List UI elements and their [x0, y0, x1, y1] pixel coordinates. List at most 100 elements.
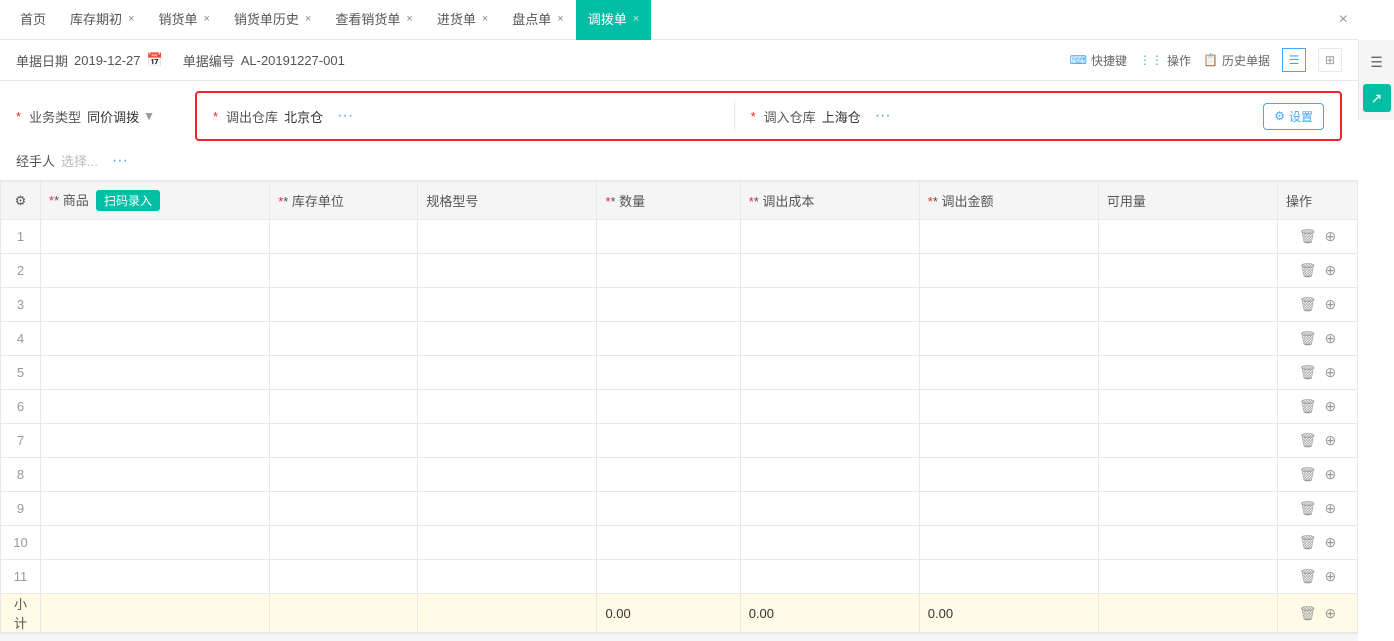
row-spec[interactable]	[418, 254, 597, 288]
row-cost[interactable]	[740, 526, 919, 560]
row-product[interactable]	[41, 424, 270, 458]
row-amount[interactable]	[919, 390, 1098, 424]
operations-button[interactable]: ⋮⋮ 操作	[1139, 52, 1191, 69]
tab-check-sales[interactable]: 查看销货单 ×	[323, 0, 424, 40]
row-amount[interactable]	[919, 322, 1098, 356]
window-close-button[interactable]: ×	[1339, 11, 1348, 29]
tab-inventory-check-close[interactable]: ×	[557, 13, 563, 25]
row-cost[interactable]	[740, 458, 919, 492]
row-qty[interactable]	[597, 458, 740, 492]
copy-row-icon[interactable]: ⊕	[1325, 534, 1337, 551]
row-spec[interactable]	[418, 560, 597, 594]
delete-row-icon[interactable]: 🗑	[1299, 432, 1317, 449]
copy-row-icon[interactable]: ⊕	[1325, 262, 1337, 279]
row-cost[interactable]	[740, 288, 919, 322]
row-qty[interactable]	[597, 288, 740, 322]
tab-transfer-order[interactable]: 调拨单 ×	[576, 0, 651, 40]
row-product[interactable]	[41, 356, 270, 390]
row-spec[interactable]	[418, 424, 597, 458]
row-spec[interactable]	[418, 220, 597, 254]
row-spec[interactable]	[418, 322, 597, 356]
tab-purchase-order-close[interactable]: ×	[482, 13, 488, 25]
calendar-icon[interactable]: 📅	[147, 52, 163, 68]
date-value[interactable]: 2019-12-27	[74, 53, 141, 68]
row-amount[interactable]	[919, 526, 1098, 560]
sidebar-export-icon[interactable]: ↗	[1363, 84, 1391, 112]
row-cost[interactable]	[740, 322, 919, 356]
copy-row-icon[interactable]: ⊕	[1325, 296, 1337, 313]
tab-purchase-order[interactable]: 进货单 ×	[425, 0, 500, 40]
summary-copy-icon[interactable]: ⊕	[1325, 605, 1337, 622]
row-unit[interactable]	[270, 220, 418, 254]
row-product[interactable]	[41, 254, 270, 288]
delete-row-icon[interactable]: 🗑	[1299, 398, 1317, 415]
row-product[interactable]	[41, 220, 270, 254]
horizontal-scrollbar[interactable]	[0, 633, 1358, 641]
row-amount[interactable]	[919, 492, 1098, 526]
row-qty[interactable]	[597, 492, 740, 526]
delete-row-icon[interactable]: 🗑	[1299, 364, 1317, 381]
row-qty[interactable]	[597, 322, 740, 356]
copy-row-icon[interactable]: ⊕	[1325, 466, 1337, 483]
row-amount[interactable]	[919, 424, 1098, 458]
row-unit[interactable]	[270, 390, 418, 424]
row-product[interactable]	[41, 390, 270, 424]
business-type-select[interactable]: 同价调拨 ▼	[87, 107, 155, 126]
summary-delete-icon[interactable]: 🗑	[1299, 605, 1317, 622]
row-spec[interactable]	[418, 492, 597, 526]
sidebar-list-icon[interactable]: ☰	[1363, 48, 1391, 76]
delete-row-icon[interactable]: 🗑	[1299, 466, 1317, 483]
row-cost[interactable]	[740, 390, 919, 424]
delete-row-icon[interactable]: 🗑	[1299, 568, 1317, 585]
tab-inventory-init-close[interactable]: ×	[128, 13, 134, 25]
row-cost[interactable]	[740, 356, 919, 390]
row-amount[interactable]	[919, 356, 1098, 390]
row-amount[interactable]	[919, 458, 1098, 492]
handler-more-button[interactable]: ···	[112, 152, 128, 170]
scan-entry-button[interactable]: 扫码录入	[96, 190, 160, 211]
row-amount[interactable]	[919, 288, 1098, 322]
row-qty[interactable]	[597, 526, 740, 560]
tab-check-sales-close[interactable]: ×	[406, 13, 412, 25]
row-product[interactable]	[41, 492, 270, 526]
copy-row-icon[interactable]: ⊕	[1325, 228, 1337, 245]
tab-sales-order[interactable]: 销货单 ×	[146, 0, 221, 40]
tab-sales-history-close[interactable]: ×	[305, 13, 311, 25]
view-toggle-grid[interactable]: ⊞	[1318, 48, 1342, 72]
row-spec[interactable]	[418, 526, 597, 560]
warehouse-in-value[interactable]: 上海仓	[822, 107, 861, 126]
delete-row-icon[interactable]: 🗑	[1299, 228, 1317, 245]
row-unit[interactable]	[270, 322, 418, 356]
row-cost[interactable]	[740, 492, 919, 526]
row-product[interactable]	[41, 458, 270, 492]
warehouse-in-more-button[interactable]: ···	[875, 107, 891, 125]
row-qty[interactable]	[597, 220, 740, 254]
tab-inventory-init[interactable]: 库存期初 ×	[58, 0, 146, 40]
tab-inventory-check[interactable]: 盘点单 ×	[500, 0, 575, 40]
row-amount[interactable]	[919, 560, 1098, 594]
copy-row-icon[interactable]: ⊕	[1325, 330, 1337, 347]
row-spec[interactable]	[418, 356, 597, 390]
row-spec[interactable]	[418, 458, 597, 492]
row-qty[interactable]	[597, 560, 740, 594]
row-amount[interactable]	[919, 254, 1098, 288]
tab-transfer-order-close[interactable]: ×	[633, 13, 639, 25]
view-toggle-list[interactable]: ☰	[1282, 48, 1306, 72]
row-spec[interactable]	[418, 390, 597, 424]
row-unit[interactable]	[270, 356, 418, 390]
copy-row-icon[interactable]: ⊕	[1325, 364, 1337, 381]
copy-row-icon[interactable]: ⊕	[1325, 568, 1337, 585]
row-cost[interactable]	[740, 424, 919, 458]
tab-home[interactable]: 首页	[8, 0, 58, 40]
copy-row-icon[interactable]: ⊕	[1325, 500, 1337, 517]
delete-row-icon[interactable]: 🗑	[1299, 296, 1317, 313]
delete-row-icon[interactable]: 🗑	[1299, 534, 1317, 551]
row-qty[interactable]	[597, 254, 740, 288]
warehouse-out-value[interactable]: 北京仓	[284, 107, 323, 126]
history-orders-button[interactable]: 📋 历史单据	[1203, 52, 1270, 69]
row-unit[interactable]	[270, 424, 418, 458]
row-spec[interactable]	[418, 288, 597, 322]
settings-button[interactable]: ⚙ 设置	[1263, 103, 1324, 130]
row-unit[interactable]	[270, 526, 418, 560]
row-cost[interactable]	[740, 560, 919, 594]
